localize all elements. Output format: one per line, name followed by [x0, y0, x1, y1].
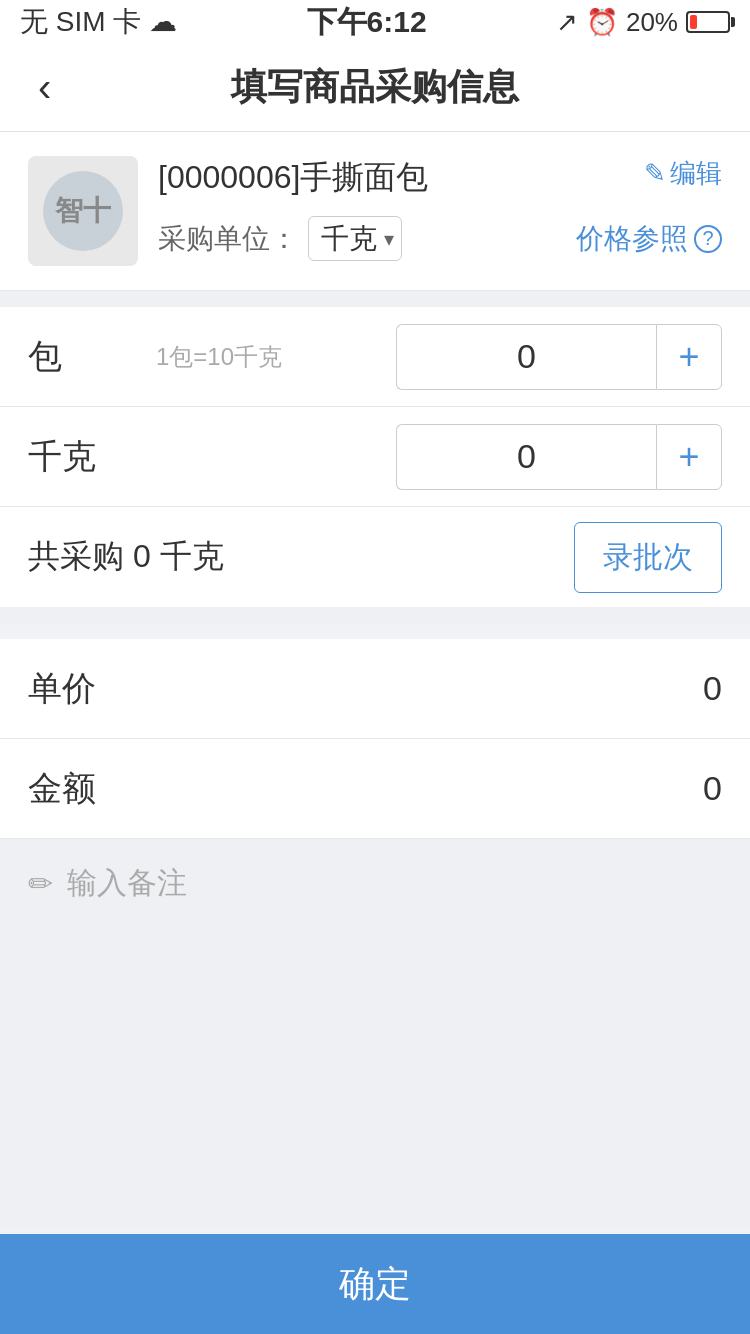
battery-percentage: 20%: [626, 7, 678, 38]
product-name: [0000006]手撕面包: [158, 156, 428, 200]
summary-text: 共采购 0 千克: [28, 535, 224, 579]
kg-input-right: +: [396, 424, 722, 490]
section-divider-1: [0, 291, 750, 307]
pencil-icon: ✏: [28, 866, 53, 901]
alarm-icon: ⏰: [586, 7, 618, 38]
record-batch-button[interactable]: 录批次: [574, 522, 722, 593]
sim-status: 无 SIM 卡 ☁: [20, 3, 177, 41]
kg-label: 千克: [28, 434, 148, 480]
unit-select[interactable]: 千克: [308, 216, 402, 261]
amount-value: 0: [703, 769, 722, 808]
unit-select-wrapper[interactable]: 千克: [308, 216, 402, 261]
page-title: 填写商品采购信息: [231, 63, 519, 112]
info-section: 单价 0 金额 0: [0, 639, 750, 839]
nav-bar: ‹ 填写商品采购信息: [0, 44, 750, 132]
pack-quantity-input[interactable]: [396, 324, 656, 390]
amount-row: 金额 0: [0, 739, 750, 839]
product-info: [0000006]手撕面包 ✎ 编辑 采购单位： 千克 价格参照: [158, 156, 722, 261]
content-filler: [0, 928, 750, 1228]
pack-input-row: 包 1包=10千克 +: [0, 307, 750, 407]
unit-label: 采购单位：: [158, 220, 298, 258]
kg-quantity-input[interactable]: [396, 424, 656, 490]
summary-row: 共采购 0 千克 录批次: [0, 507, 750, 607]
kg-plus-button[interactable]: +: [656, 424, 722, 490]
remark-placeholder: 输入备注: [67, 863, 187, 904]
pack-input-right: +: [396, 324, 722, 390]
status-left: 无 SIM 卡 ☁: [20, 3, 177, 41]
pack-sub-label: 1包=10千克: [156, 341, 396, 373]
status-right: ↗ ⏰ 20%: [556, 7, 730, 38]
unit-price-value: 0: [703, 669, 722, 708]
remark-section[interactable]: ✏ 输入备注: [0, 839, 750, 928]
status-bar: 无 SIM 卡 ☁ 下午6:12 ↗ ⏰ 20%: [0, 0, 750, 44]
price-reference-button[interactable]: 价格参照 ?: [576, 220, 722, 258]
pack-label: 包: [28, 334, 148, 380]
product-card: 智十 [0000006]手撕面包 ✎ 编辑 采购单位： 千克: [0, 132, 750, 291]
location-icon: ↗: [556, 7, 578, 38]
product-image: 智十: [28, 156, 138, 266]
edit-icon: ✎: [644, 158, 666, 189]
price-ref-info-icon: ?: [694, 225, 722, 253]
unit-price-label: 单价: [28, 666, 96, 712]
back-button[interactable]: ‹: [28, 55, 61, 120]
edit-button[interactable]: ✎ 编辑: [644, 156, 722, 191]
status-time: 下午6:12: [307, 2, 427, 43]
product-logo: 智十: [43, 171, 123, 251]
input-section: 包 1包=10千克 + 千克 +: [0, 307, 750, 507]
confirm-button[interactable]: 确定: [0, 1234, 750, 1334]
amount-label: 金额: [28, 766, 96, 812]
pack-plus-button[interactable]: +: [656, 324, 722, 390]
section-divider-2: [0, 607, 750, 623]
unit-price-row: 单价 0: [0, 639, 750, 739]
battery-icon: [686, 11, 730, 33]
kg-input-row: 千克 +: [0, 407, 750, 507]
confirm-button-label: 确定: [339, 1260, 411, 1309]
